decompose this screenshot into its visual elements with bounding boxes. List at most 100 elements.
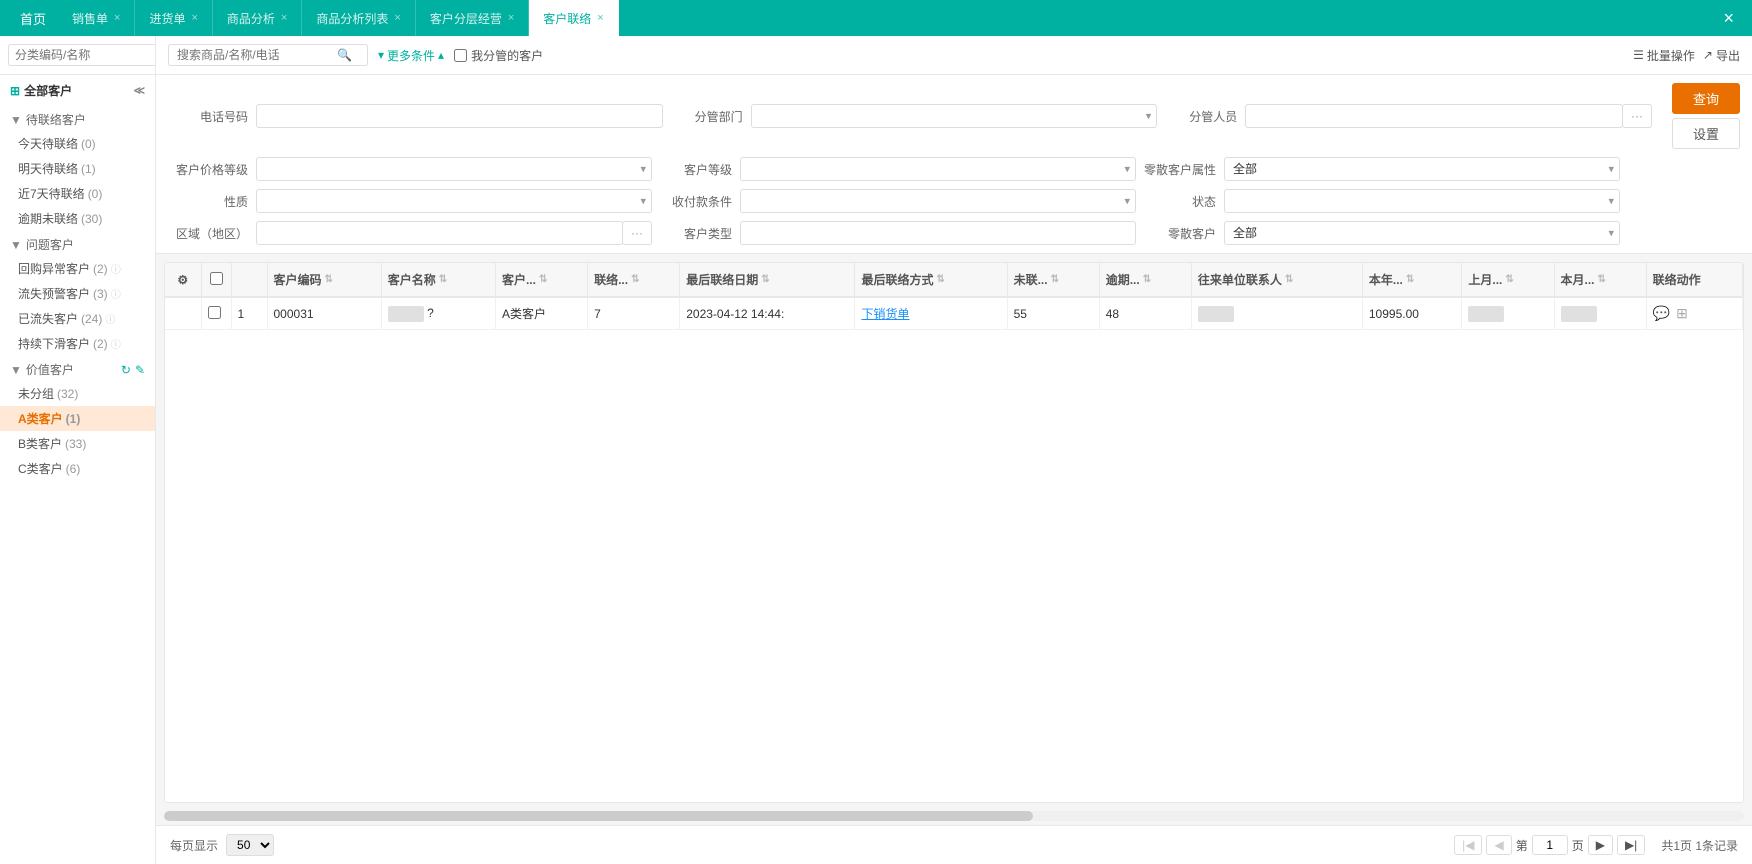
value-refresh-icon[interactable]: ↻ xyxy=(121,363,131,377)
value-arrow: ▼ xyxy=(10,363,22,377)
sort-contact-count[interactable]: ⇅ xyxy=(631,274,639,285)
info-icon-churn-warning: ⓘ xyxy=(111,286,121,301)
price-level-select[interactable] xyxy=(256,157,652,181)
scrollbar-thumb[interactable] xyxy=(164,811,1033,821)
filter-more-btn[interactable]: ▾ 更多条件 ▴ xyxy=(378,47,444,64)
field-cust-level: 客户等级 xyxy=(652,157,1136,181)
query-button[interactable]: 查询 xyxy=(1672,83,1740,114)
sidebar-item-b-class[interactable]: B类客户 (33) xyxy=(0,431,155,456)
dept-select[interactable] xyxy=(751,104,1158,128)
payment-select[interactable] xyxy=(740,189,1136,213)
cust-type-input[interactable] xyxy=(740,221,1136,245)
sidebar-item-today[interactable]: 今天待联络 (0) xyxy=(0,131,155,156)
row-action-buttons: 💬 ⊞ xyxy=(1653,305,1736,322)
status-select[interactable] xyxy=(1224,189,1620,213)
th-check xyxy=(201,263,231,297)
sort-name[interactable]: ⇅ xyxy=(439,274,447,285)
retail-cust-select[interactable]: 全部 xyxy=(1224,221,1620,245)
sort-last-contact-method[interactable]: ⇅ xyxy=(937,274,945,285)
horizontal-scrollbar[interactable] xyxy=(164,811,1744,821)
prev-page-btn[interactable]: ◀ xyxy=(1486,835,1511,855)
nav-tab-analysis[interactable]: 商品分析 × xyxy=(213,0,302,36)
first-page-btn[interactable]: |◀ xyxy=(1454,835,1482,855)
problem-arrow: ▼ xyxy=(10,238,22,252)
sidebar-item-churned[interactable]: 已流失客户 (24) ⓘ xyxy=(0,306,155,331)
total-label: 共1页 1条记录 xyxy=(1661,837,1738,854)
nav-home[interactable]: 首页 xyxy=(8,0,58,36)
nav-tab-customer-segment[interactable]: 客户分层经营 × xyxy=(416,0,529,36)
close-segment-tab[interactable]: × xyxy=(508,12,514,24)
sidebar-item-repurchase-abnormal[interactable]: 回购异常客户 (2) ⓘ xyxy=(0,256,155,281)
field-payment: 收付款条件 xyxy=(652,189,1136,213)
sidebar-item-7days[interactable]: 近7天待联络 (0) xyxy=(0,181,155,206)
nav-tab-customer-contact[interactable]: 客户联络 × xyxy=(529,0,618,36)
sort-this-year[interactable]: ⇅ xyxy=(1406,274,1414,285)
info-icon-declining: ⓘ xyxy=(111,336,121,351)
close-all-tabs[interactable]: × xyxy=(1713,8,1744,29)
person-input[interactable] xyxy=(1245,104,1623,128)
sidebar-item-c-class[interactable]: C类客户 (6) xyxy=(0,456,155,481)
nav-tab-purchase[interactable]: 进货单 × xyxy=(135,0,212,36)
qr-action-icon[interactable]: ⊞ xyxy=(1676,305,1688,322)
content-area: 🔍 ▾ 更多条件 ▴ 我分管的客户 ☰ 批量操作 ↗ 导出 xyxy=(156,36,1752,864)
sort-overdue[interactable]: ⇅ xyxy=(1143,274,1151,285)
batch-op-btn[interactable]: ☰ 批量操作 xyxy=(1633,47,1695,64)
export-btn[interactable]: ↗ 导出 xyxy=(1703,47,1740,64)
sidebar-item-churn-warning[interactable]: 流失预警客户 (3) ⓘ xyxy=(0,281,155,306)
row-checkbox[interactable] xyxy=(208,306,221,319)
pending-arrow: ▼ xyxy=(10,113,22,127)
last-contact-link[interactable]: 下销货单 xyxy=(861,307,909,321)
per-page-select[interactable]: 50 xyxy=(226,834,274,856)
close-purchase-tab[interactable]: × xyxy=(191,12,197,24)
sidebar-all-customers[interactable]: ⊞ 全部客户 ≪ xyxy=(0,75,155,106)
sort-contact-person[interactable]: ⇅ xyxy=(1285,274,1293,285)
nav-tab-analysis-list[interactable]: 商品分析列表 × xyxy=(302,0,415,36)
nav-tab-sales[interactable]: 销售单 × xyxy=(58,0,135,36)
nature-select[interactable] xyxy=(256,189,652,213)
filter-search-input[interactable] xyxy=(177,48,337,62)
sidebar-pending-contact-group[interactable]: ▼ 待联络客户 xyxy=(0,106,155,131)
close-analysis-list-tab[interactable]: × xyxy=(394,12,400,24)
sidebar-collapse-btn[interactable]: ≪ xyxy=(133,84,145,97)
td-this-year: 10995.00 xyxy=(1362,297,1461,330)
region-dots-btn[interactable]: ··· xyxy=(622,221,652,245)
gear-icon[interactable]: ⚙ xyxy=(177,273,188,287)
sidebar-item-tomorrow[interactable]: 明天待联络 (1) xyxy=(0,156,155,181)
person-dots-btn[interactable]: ··· xyxy=(1622,104,1652,128)
close-sales-tab[interactable]: × xyxy=(114,12,120,24)
next-page-btn[interactable]: ▶ xyxy=(1588,835,1613,855)
sidebar-item-a-class[interactable]: A类客户 (1) xyxy=(0,406,155,431)
cust-level-select[interactable] xyxy=(740,157,1136,181)
select-all-checkbox[interactable] xyxy=(210,272,223,285)
page-number-input[interactable] xyxy=(1532,835,1568,855)
th-contact-count: 联络... ⇅ xyxy=(588,263,680,297)
sort-this-month[interactable]: ⇅ xyxy=(1598,274,1606,285)
settings-button[interactable]: 设置 xyxy=(1672,118,1740,149)
contact-person-blurred xyxy=(1198,306,1234,322)
sidebar-item-declining[interactable]: 持续下滑客户 (2) ⓘ xyxy=(0,331,155,356)
my-customers-checkbox[interactable] xyxy=(454,49,467,62)
sort-unreached[interactable]: ⇅ xyxy=(1051,274,1059,285)
sort-last-month[interactable]: ⇅ xyxy=(1505,274,1513,285)
td-name: ? xyxy=(381,297,495,330)
last-page-btn[interactable]: ▶| xyxy=(1617,835,1645,855)
sidebar-search-area: 🔍 xyxy=(0,36,155,75)
filter-search-box: 🔍 xyxy=(168,44,368,66)
retail-attr-select[interactable]: 全部 xyxy=(1224,157,1620,181)
close-analysis-tab[interactable]: × xyxy=(281,12,287,24)
sort-last-contact-date[interactable]: ⇅ xyxy=(761,274,769,285)
sidebar-item-overdue[interactable]: 逾期未联络 (30) xyxy=(0,206,155,231)
sort-code[interactable]: ⇅ xyxy=(325,274,333,285)
sidebar-search-input[interactable] xyxy=(8,44,156,66)
sidebar-item-ungrouped[interactable]: 未分组 (32) xyxy=(0,381,155,406)
phone-input[interactable] xyxy=(256,104,663,128)
chat-action-icon[interactable]: 💬 xyxy=(1653,305,1670,322)
filter-row-4: 区域（地区） ··· 客户类型 零散客户 全部 xyxy=(168,221,1740,245)
close-contact-tab[interactable]: × xyxy=(597,12,603,24)
filter-search-icon[interactable]: 🔍 xyxy=(337,48,352,62)
value-edit-icon[interactable]: ✎ xyxy=(135,363,145,377)
region-input[interactable] xyxy=(256,221,623,245)
sidebar-problem-customers-group[interactable]: ▼ 问题客户 xyxy=(0,231,155,256)
sort-cust-level[interactable]: ⇅ xyxy=(539,274,547,285)
sidebar-value-customers-group: ▼ 价值客户 ↻ ✎ xyxy=(0,356,155,381)
